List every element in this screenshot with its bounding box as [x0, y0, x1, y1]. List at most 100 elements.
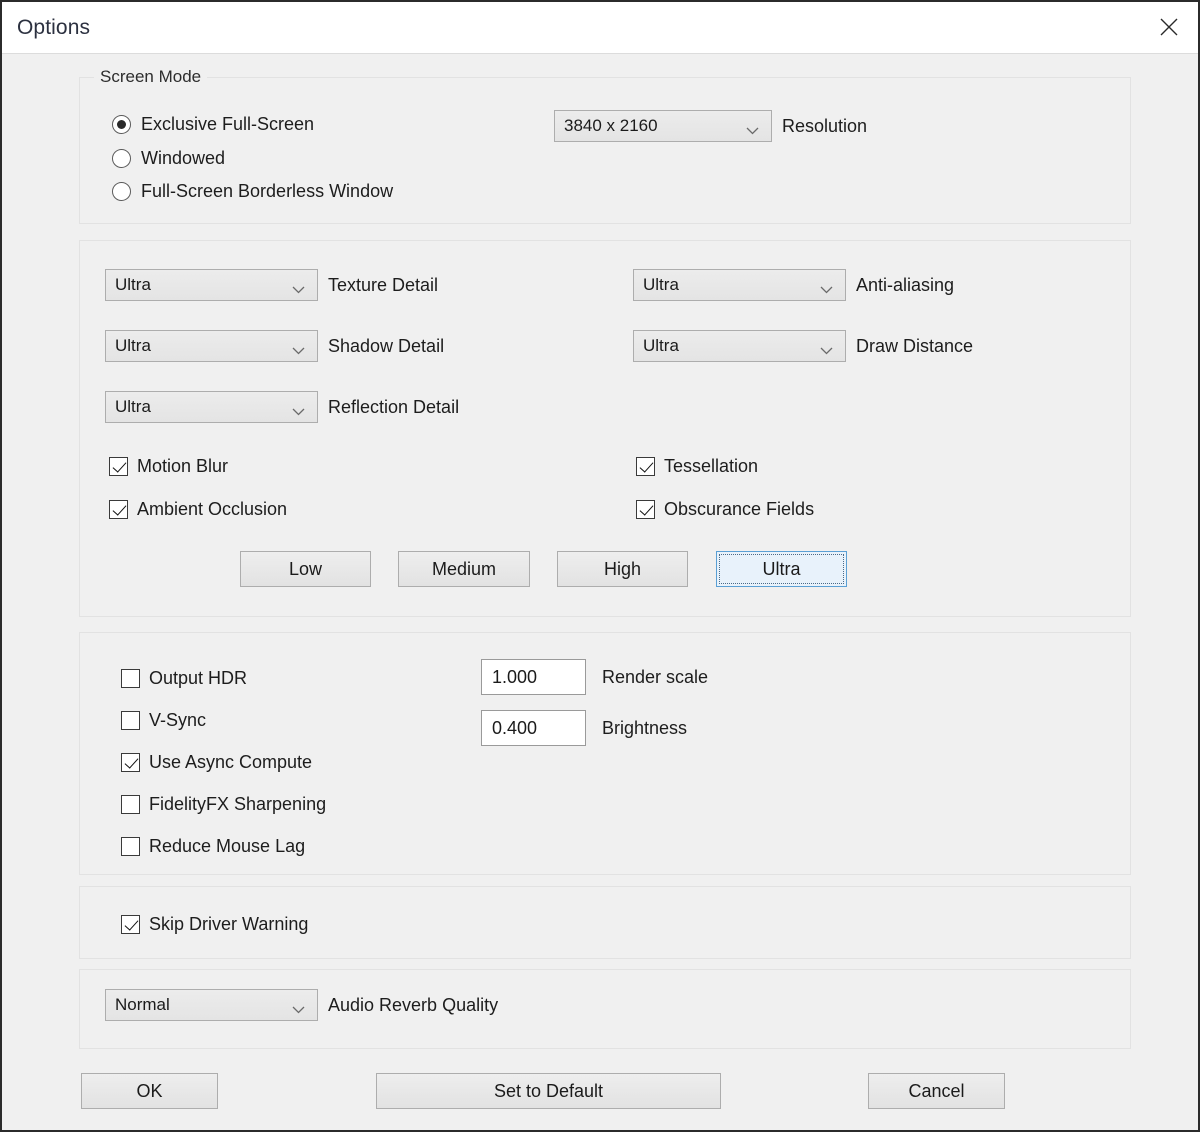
preset-ultra-button[interactable]: Ultra: [716, 551, 847, 587]
preset-low-button[interactable]: Low: [240, 551, 371, 587]
checkbox-label: Reduce Mouse Lag: [149, 835, 306, 856]
resolution-value: 3840 x 2160: [564, 116, 658, 135]
checkbox-indicator: [121, 914, 140, 934]
cancel-label: Cancel: [908, 1080, 965, 1101]
checkbox-indicator: [121, 668, 140, 688]
render-scale-value: 1.000: [492, 666, 538, 687]
anti-aliasing-row: Ultra Anti-aliasing: [633, 269, 954, 301]
display-options-group: Output HDR V-Sync Use Async Compute Fide…: [79, 632, 1131, 875]
set-to-default-button[interactable]: Set to Default: [376, 1073, 721, 1109]
radio-exclusive-fullscreen[interactable]: Exclusive Full-Screen: [112, 111, 314, 137]
chevron-down-icon: [746, 122, 759, 135]
checkbox-ambient-occlusion[interactable]: Ambient Occlusion: [109, 496, 287, 522]
checkbox-fidelityfx-sharpening[interactable]: FidelityFX Sharpening: [121, 791, 326, 817]
radio-fullscreen-borderless[interactable]: Full-Screen Borderless Window: [112, 178, 393, 204]
texture-detail-row: Ultra Texture Detail: [105, 269, 438, 301]
checkbox-indicator: [121, 836, 140, 856]
checkbox-indicator: [636, 499, 655, 519]
checkbox-label: Use Async Compute: [149, 751, 313, 772]
audio-reverb-dropdown[interactable]: Normal: [105, 989, 318, 1021]
checkbox-indicator: [121, 752, 140, 772]
draw-distance-label: Draw Distance: [856, 335, 974, 356]
chevron-down-icon: [820, 342, 833, 355]
cancel-button[interactable]: Cancel: [868, 1073, 1005, 1109]
checkbox-label: Tessellation: [664, 455, 759, 476]
close-button[interactable]: [1140, 2, 1198, 52]
brightness-label: Brightness: [602, 717, 688, 738]
checkbox-use-async-compute[interactable]: Use Async Compute: [121, 749, 312, 775]
set-to-default-label: Set to Default: [493, 1080, 604, 1101]
texture-detail-dropdown[interactable]: Ultra: [105, 269, 318, 301]
anti-aliasing-dropdown[interactable]: Ultra: [633, 269, 846, 301]
draw-distance-row: Ultra Draw Distance: [633, 330, 973, 362]
checkbox-indicator: [121, 794, 140, 814]
render-scale-label: Render scale: [602, 666, 709, 687]
brightness-value: 0.400: [492, 717, 538, 738]
checkbox-indicator: [109, 456, 128, 476]
options-dialog: Options Screen Mode Exclusive Full-Scree…: [0, 0, 1200, 1132]
checkbox-indicator: [109, 499, 128, 519]
texture-detail-label: Texture Detail: [328, 274, 439, 295]
radio-label: Full-Screen Borderless Window: [141, 180, 394, 201]
draw-distance-dropdown[interactable]: Ultra: [633, 330, 846, 362]
checkbox-label: Motion Blur: [137, 455, 229, 476]
titlebar: Options: [2, 2, 1198, 54]
radio-windowed[interactable]: Windowed: [112, 145, 225, 171]
checkbox-label: Ambient Occlusion: [137, 498, 288, 519]
shadow-detail-label: Shadow Detail: [328, 335, 445, 356]
screen-mode-group: Screen Mode Exclusive Full-Screen Window…: [79, 67, 1131, 224]
checkbox-output-hdr[interactable]: Output HDR: [121, 665, 247, 691]
audio-reverb-value: Normal: [115, 995, 170, 1014]
checkbox-vsync[interactable]: V-Sync: [121, 707, 206, 733]
radio-label: Windowed: [141, 147, 226, 168]
checkbox-label: Output HDR: [149, 667, 248, 688]
preset-low-label: Low: [288, 558, 323, 579]
checkbox-motion-blur[interactable]: Motion Blur: [109, 453, 228, 479]
resolution-row: 3840 x 2160 Resolution: [554, 110, 867, 142]
preset-medium-button[interactable]: Medium: [398, 551, 530, 587]
reflection-detail-value: Ultra: [115, 397, 151, 416]
checkbox-label: V-Sync: [149, 709, 207, 730]
checkbox-label: Skip Driver Warning: [149, 913, 309, 934]
close-icon: [1157, 15, 1181, 39]
checkbox-indicator: [121, 710, 140, 730]
checkbox-skip-driver-warning[interactable]: Skip Driver Warning: [121, 911, 308, 937]
preset-high-label: High: [603, 558, 642, 579]
chevron-down-icon: [820, 281, 833, 294]
texture-detail-value: Ultra: [115, 275, 151, 294]
anti-aliasing-label: Anti-aliasing: [856, 274, 955, 295]
checkbox-reduce-mouse-lag[interactable]: Reduce Mouse Lag: [121, 833, 305, 859]
brightness-input[interactable]: 0.400: [481, 710, 586, 746]
brightness-row: 0.400 Brightness: [481, 710, 687, 746]
reflection-detail-row: Ultra Reflection Detail: [105, 391, 459, 423]
chevron-down-icon: [292, 342, 305, 355]
resolution-dropdown[interactable]: 3840 x 2160: [554, 110, 772, 142]
radio-indicator: [112, 114, 131, 134]
shadow-detail-dropdown[interactable]: Ultra: [105, 330, 318, 362]
audio-reverb-row: Normal Audio Reverb Quality: [105, 989, 498, 1021]
screen-mode-legend: Screen Mode: [94, 67, 208, 87]
checkbox-indicator: [636, 456, 655, 476]
checkbox-obscurance-fields[interactable]: Obscurance Fields: [636, 496, 814, 522]
reflection-detail-label: Reflection Detail: [328, 396, 460, 417]
radio-indicator: [112, 181, 131, 201]
ok-button[interactable]: OK: [81, 1073, 218, 1109]
reflection-detail-dropdown[interactable]: Ultra: [105, 391, 318, 423]
shadow-detail-value: Ultra: [115, 336, 151, 355]
checkbox-tessellation[interactable]: Tessellation: [636, 453, 758, 479]
window-title: Options: [17, 16, 91, 39]
driver-warning-group: Skip Driver Warning: [79, 886, 1131, 959]
radio-label: Exclusive Full-Screen: [141, 113, 315, 134]
shadow-detail-row: Ultra Shadow Detail: [105, 330, 444, 362]
audio-group: Normal Audio Reverb Quality: [79, 969, 1131, 1049]
radio-indicator: [112, 148, 131, 168]
chevron-down-icon: [292, 281, 305, 294]
preset-ultra-label: Ultra: [762, 558, 801, 579]
graphics-group: Ultra Texture Detail Ultra Shadow Detail…: [79, 240, 1131, 617]
ok-label: OK: [136, 1080, 163, 1101]
render-scale-row: 1.000 Render scale: [481, 659, 708, 695]
checkbox-label: Obscurance Fields: [664, 498, 815, 519]
draw-distance-value: Ultra: [643, 336, 679, 355]
render-scale-input[interactable]: 1.000: [481, 659, 586, 695]
preset-high-button[interactable]: High: [557, 551, 688, 587]
